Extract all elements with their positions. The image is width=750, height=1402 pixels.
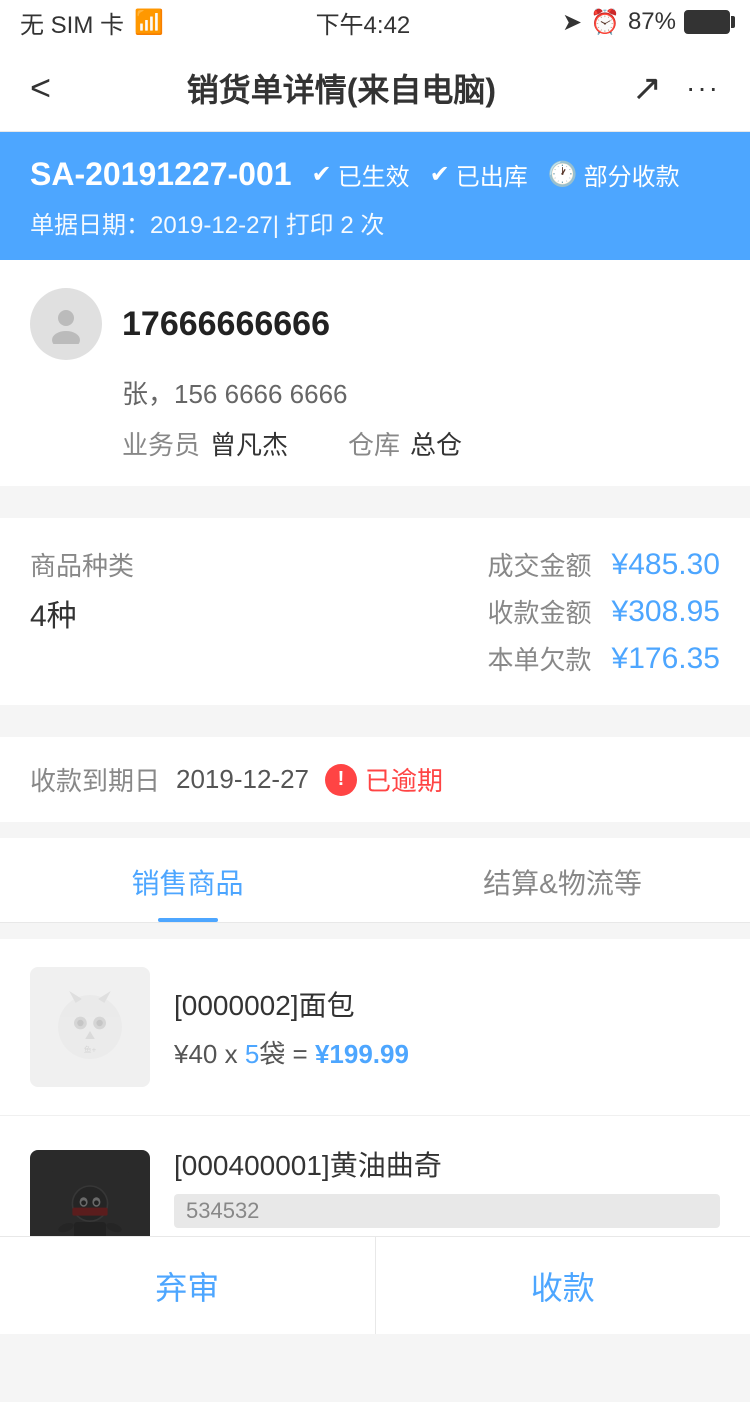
overdue-icon: ! — [325, 764, 357, 796]
due-label: 收款到期日 — [30, 761, 160, 798]
check-icon-2: ✔ — [430, 160, 450, 189]
nav-actions: ↗ ··· — [632, 67, 720, 109]
salesperson-label: 业务员 — [122, 425, 200, 462]
page-title: 销货单详情(来自电脑) — [187, 65, 496, 111]
divider-1 — [0, 486, 750, 502]
avatar — [30, 288, 102, 360]
status-badge-3: 🕐 部分收款 — [548, 157, 680, 192]
carrier-text: 无 SIM 卡 — [20, 5, 124, 40]
owed-amount: ¥176.35 — [612, 642, 720, 676]
battery-text: 87% — [628, 8, 676, 36]
status-time: 下午4:42 — [316, 5, 411, 40]
summary-section: 商品种类 4种 成交金额 ¥485.30 收款金额 ¥308.95 本单欠款 ¥… — [0, 518, 750, 705]
more-button[interactable]: ··· — [686, 72, 720, 104]
product-name-2: [000400001]黄油曲奇 — [174, 1144, 720, 1184]
due-date-value: 2019-12-27 — [176, 764, 309, 795]
wifi-icon: 📶 — [134, 8, 164, 37]
product-sku-2: 534532 — [174, 1194, 720, 1228]
warehouse-label: 仓库 — [348, 425, 400, 462]
received-amount: ¥308.95 — [612, 595, 720, 629]
salesperson-value: 曾凡杰 — [210, 425, 288, 462]
back-button[interactable]: < — [30, 67, 51, 109]
location-icon: ➤ — [562, 8, 582, 37]
warehouse-value: 总仓 — [410, 425, 462, 462]
confirm-button[interactable]: 收款 — [375, 1237, 750, 1334]
order-id: SA-20191227-001 — [30, 156, 292, 193]
tab-sales-products[interactable]: 销售商品 — [0, 838, 375, 922]
deal-label: 成交金额 — [488, 546, 592, 583]
product-price-1: ¥40 x 5袋 = ¥199.99 — [174, 1034, 720, 1071]
status-left: 无 SIM 卡 📶 — [20, 5, 164, 40]
product-item-1: 鱼+ [0000002]面包 ¥40 x 5袋 = ¥199.99 — [0, 939, 750, 1116]
nav-bar: < 销货单详情(来自电脑) ↗ ··· — [0, 44, 750, 132]
order-date-info: 单据日期：2019-12-27| 打印 2 次 — [30, 205, 720, 240]
divider-2 — [0, 705, 750, 721]
clock-icon: 🕐 — [548, 160, 578, 189]
status-badge-2: ✔ 已出库 — [430, 157, 528, 192]
product-name-1: [0000002]面包 — [174, 984, 720, 1024]
category-label: 商品种类 — [30, 546, 134, 583]
cancel-button[interactable]: 弃审 — [0, 1237, 375, 1334]
product-image-1: 鱼+ — [30, 967, 150, 1087]
owed-label: 本单欠款 — [488, 640, 592, 677]
bottom-actions: 弃审 收款 — [0, 1236, 750, 1334]
status-badge-1: ✔ 已生效 — [312, 157, 410, 192]
alarm-icon: ⏰ — [590, 8, 620, 37]
tab-settlement[interactable]: 结算&物流等 — [375, 838, 750, 922]
overdue-badge: ! 已逾期 — [325, 761, 443, 798]
due-date-section: 收款到期日 2019-12-27 ! 已逾期 — [0, 737, 750, 822]
category-value: 4种 — [30, 591, 134, 635]
product-info-1: [0000002]面包 ¥40 x 5袋 = ¥199.99 — [174, 984, 720, 1071]
export-button[interactable]: ↗ — [632, 67, 662, 109]
order-header-banner: SA-20191227-001 ✔ 已生效 ✔ 已出库 🕐 部分收款 单据日期：… — [0, 132, 750, 260]
battery-icon — [684, 10, 730, 34]
customer-meta: 业务员 曾凡杰 仓库 总仓 — [122, 425, 720, 462]
status-bar: 无 SIM 卡 📶 下午4:42 ➤ ⏰ 87% — [0, 0, 750, 44]
received-label: 收款金额 — [488, 593, 592, 630]
tabs: 销售商品 结算&物流等 — [0, 838, 750, 923]
customer-section: 17666666666 张，156 6666 6666 业务员 曾凡杰 仓库 总… — [0, 260, 750, 486]
deal-amount: ¥485.30 — [612, 548, 720, 582]
customer-phone: 17666666666 — [122, 305, 330, 344]
customer-name-phone: 张，156 6666 6666 — [122, 374, 720, 411]
svg-text:鱼+: 鱼+ — [84, 1045, 97, 1055]
status-right: ➤ ⏰ 87% — [562, 8, 730, 37]
divider-3 — [0, 822, 750, 838]
check-icon-1: ✔ — [312, 160, 332, 189]
overdue-text: 已逾期 — [365, 761, 443, 798]
